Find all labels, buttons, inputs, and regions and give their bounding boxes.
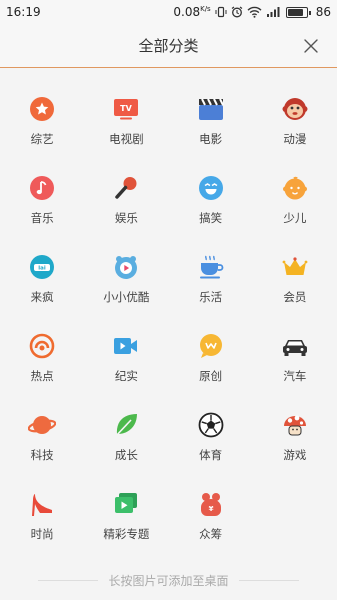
category-label: 汽车: [283, 369, 307, 383]
category-label: 娱乐: [114, 211, 138, 225]
category-label: 搞笑: [199, 211, 223, 225]
network-speed-value: 0.08: [173, 5, 201, 19]
divider-line: [238, 579, 299, 581]
clapperboard-icon: [197, 95, 225, 123]
status-bar: 16:19 0.08K/s 86: [0, 0, 337, 24]
category-label: 少儿: [283, 211, 307, 225]
soccer-ball-icon: [197, 411, 225, 439]
category-item[interactable]: 会员: [253, 250, 337, 329]
category-label: 科技: [30, 448, 54, 462]
category-label: 时尚: [30, 527, 54, 541]
mushroom-icon: [281, 411, 309, 439]
signal-icon: [266, 6, 282, 18]
category-label: 小小优酷: [103, 290, 150, 304]
category-item[interactable]: 游戏: [253, 408, 337, 487]
category-item[interactable]: ¥ 众筹: [169, 487, 253, 566]
category-item[interactable]: 原创: [169, 329, 253, 408]
laughing-face-icon: [197, 174, 225, 202]
microphone-icon: [112, 174, 140, 202]
topic-cards-icon: [112, 490, 140, 518]
monkey-face-icon: [281, 95, 309, 123]
category-label: 原创: [199, 369, 223, 383]
coffee-cup-icon: [197, 253, 225, 281]
close-icon: [304, 39, 318, 53]
category-label: 来疯: [30, 290, 54, 304]
category-label: 热点: [30, 369, 54, 383]
category-item[interactable]: 成长: [84, 408, 168, 487]
category-label: 众筹: [199, 527, 223, 541]
vibrate-icon: [215, 6, 227, 18]
leaf-icon: [112, 411, 140, 439]
page-title: 全部分类: [138, 37, 199, 55]
close-button[interactable]: [301, 36, 321, 56]
category-label: 游戏: [283, 448, 307, 462]
network-speed-unit: K/s: [200, 5, 211, 13]
category-item[interactable]: 综艺: [0, 92, 84, 171]
category-label: 成长: [114, 448, 138, 462]
network-speed: 0.08K/s: [173, 5, 210, 19]
category-item[interactable]: 热点: [0, 329, 84, 408]
category-grid: 综艺 TV 电视剧 电影 动漫 音乐 娱乐 搞笑 少儿 lai 来疯 小小优酷 …: [0, 92, 337, 566]
category-label: 综艺: [30, 132, 54, 146]
category-label: 会员: [283, 290, 307, 304]
category-label: 电影: [199, 132, 223, 146]
category-item[interactable]: 体育: [169, 408, 253, 487]
category-item[interactable]: 搞笑: [169, 171, 253, 250]
broadcast-icon: [28, 332, 56, 360]
category-label: 纪实: [114, 369, 138, 383]
category-item[interactable]: lai 来疯: [0, 250, 84, 329]
category-item[interactable]: 科技: [0, 408, 84, 487]
category-item[interactable]: 汽车: [253, 329, 337, 408]
category-label: 音乐: [30, 211, 54, 225]
category-label: 乐活: [199, 290, 223, 304]
category-label: 体育: [199, 448, 223, 462]
category-item[interactable]: 乐活: [169, 250, 253, 329]
kids-play-icon: [112, 253, 140, 281]
tv-icon: TV: [112, 95, 140, 123]
category-label: 动漫: [283, 132, 307, 146]
footer-hint: 长按图片可添加至桌面: [0, 568, 337, 592]
battery-level: 86: [315, 5, 331, 19]
category-item[interactable]: 小小优酷: [84, 250, 168, 329]
svg-text:TV: TV: [121, 104, 133, 113]
speech-bubble-icon: [197, 332, 225, 360]
category-label: 精彩专题: [103, 527, 150, 541]
crowdfunding-icon: ¥: [197, 490, 225, 518]
alarm-icon: [231, 6, 243, 18]
status-icons: 0.08K/s 86: [173, 5, 331, 19]
wifi-icon: [247, 6, 262, 18]
music-note-icon: [28, 174, 56, 202]
page-header: 全部分类: [0, 24, 337, 68]
category-item[interactable]: 娱乐: [84, 171, 168, 250]
category-label: 电视剧: [109, 132, 144, 146]
category-item[interactable]: 时尚: [0, 487, 84, 566]
video-camera-icon: [112, 332, 140, 360]
high-heel-icon: [28, 490, 56, 518]
category-item[interactable]: 纪实: [84, 329, 168, 408]
star-circle-icon: [28, 95, 56, 123]
category-item[interactable]: 精彩专题: [84, 487, 168, 566]
category-item[interactable]: 音乐: [0, 171, 84, 250]
car-icon: [281, 332, 309, 360]
laifeng-logo-icon: lai: [28, 253, 56, 281]
hint-text: 长按图片可添加至桌面: [108, 573, 229, 588]
category-item[interactable]: 动漫: [253, 92, 337, 171]
crown-icon: [281, 253, 309, 281]
svg-text:lai: lai: [38, 266, 46, 272]
svg-text:¥: ¥: [208, 505, 213, 513]
status-time: 16:19: [6, 5, 41, 19]
category-item[interactable]: 少儿: [253, 171, 337, 250]
category-item[interactable]: TV 电视剧: [84, 92, 168, 171]
planet-icon: [28, 411, 57, 439]
divider-line: [38, 579, 99, 581]
baby-face-icon: [281, 174, 309, 202]
category-item[interactable]: 电影: [169, 92, 253, 171]
battery-icon: [285, 6, 311, 18]
